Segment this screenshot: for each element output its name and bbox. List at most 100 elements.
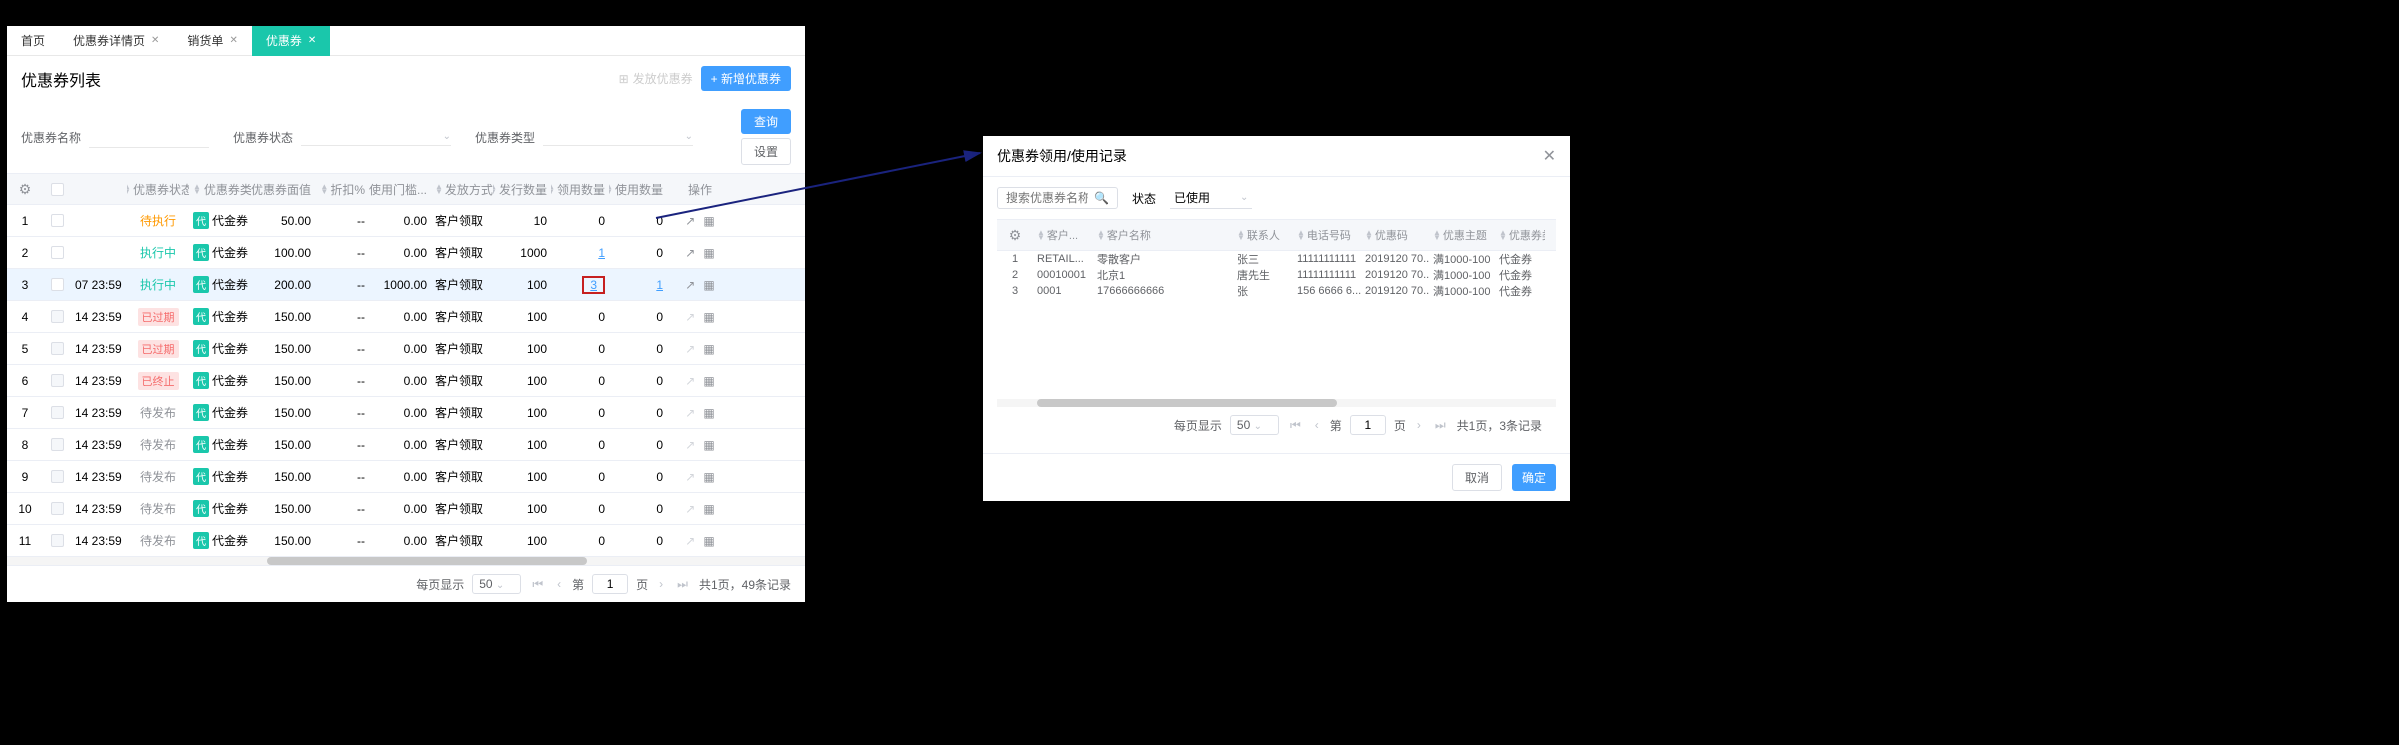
horizontal-scrollbar[interactable]	[997, 399, 1556, 407]
prev-page-button[interactable]: ‹	[554, 577, 564, 591]
table-row[interactable]: 6 14 23:59 已终止 代代金券 150.00 -- 0.00 客户领取 …	[7, 365, 805, 397]
select-all-checkbox[interactable]	[51, 183, 64, 196]
table-row[interactable]: 2 00010001 北京1 唐先生 11111111111 2019120 7…	[997, 267, 1556, 283]
sort-icon[interactable]: ▲▼	[1237, 230, 1245, 240]
tab[interactable]: 销货单✕	[173, 26, 251, 56]
share-icon[interactable]: ↗	[685, 278, 695, 292]
sort-icon[interactable]: ▲▼	[435, 184, 443, 194]
receive-count-link[interactable]: 3	[590, 278, 597, 292]
gear-icon[interactable]: ⚙	[1009, 227, 1022, 244]
next-page-button[interactable]: ›	[1414, 418, 1424, 432]
table-row[interactable]: 3 0001 17666666666 张 156 6666 6... 20191…	[997, 283, 1556, 299]
cell-contact: 唐先生	[1233, 267, 1293, 283]
sort-icon[interactable]: ▲▼	[551, 184, 555, 194]
table-row[interactable]: 9 14 23:59 待发布 代代金券 150.00 -- 0.00 客户领取 …	[7, 461, 805, 493]
status-filter-select[interactable]: 已使用 ⌄	[1170, 187, 1252, 209]
row-checkbox[interactable]	[51, 246, 64, 259]
cancel-button[interactable]: 取消	[1452, 464, 1502, 491]
cell-time: 14 23:59	[71, 310, 127, 324]
sort-icon[interactable]: ▲▼	[1097, 230, 1105, 240]
last-page-button[interactable]: ⏭	[1432, 418, 1449, 433]
qrcode-icon[interactable]: ▦	[703, 470, 714, 484]
search-input[interactable]	[1006, 191, 1088, 205]
qrcode-icon[interactable]: ▦	[703, 246, 714, 260]
sort-icon[interactable]: ▲▼	[1365, 230, 1373, 240]
settings-button[interactable]: 设置	[741, 138, 791, 165]
tab[interactable]: 优惠券详情页✕	[59, 26, 173, 56]
qrcode-icon[interactable]: ▦	[703, 310, 714, 324]
share-icon[interactable]: ↗	[685, 246, 695, 260]
page-input[interactable]	[1350, 415, 1386, 435]
cell-phone: 11111111111	[1293, 267, 1361, 283]
sort-icon[interactable]: ▲▼	[320, 184, 328, 194]
qrcode-icon[interactable]: ▦	[703, 342, 714, 356]
sort-icon[interactable]: ▲▼	[1297, 230, 1305, 240]
first-page-button[interactable]: ⏮	[1287, 418, 1304, 433]
close-icon[interactable]: ✕	[308, 35, 316, 46]
sort-icon[interactable]: ▲▼	[493, 184, 497, 194]
table-row[interactable]: 3 07 23:59 执行中 代代金券 200.00 -- 1000.00 客户…	[7, 269, 805, 301]
row-index: 5	[7, 342, 43, 356]
filter-type-label: 优惠券类型	[475, 129, 535, 146]
close-icon[interactable]: ✕	[1543, 146, 1556, 166]
cell-value: 150.00	[251, 310, 315, 324]
table-header: ⚙ ▲▼优惠券状态 ▲▼优惠券类型 ▲▼优惠券面值 ▲▼折扣% ▲▼使用门槛..…	[7, 173, 805, 205]
qrcode-icon[interactable]: ▦	[703, 502, 714, 516]
table-row[interactable]: 5 14 23:59 已过期 代代金券 150.00 -- 0.00 客户领取 …	[7, 333, 805, 365]
table-row[interactable]: 1 RETAIL... 零散客户 张三 11111111111 2019120 …	[997, 251, 1556, 267]
close-icon[interactable]: ✕	[229, 35, 237, 46]
table-row[interactable]: 2 执行中 代代金券 100.00 -- 0.00 客户领取 1000 1 0 …	[7, 237, 805, 269]
receive-count-link[interactable]: 1	[598, 246, 605, 260]
close-icon[interactable]: ✕	[151, 35, 159, 46]
next-page-button[interactable]: ›	[656, 577, 666, 591]
cell-threshold: 0.00	[369, 246, 431, 260]
cell-discount: --	[315, 406, 369, 420]
qrcode-icon[interactable]: ▦	[703, 438, 714, 452]
sort-icon[interactable]: ▲▼	[193, 184, 201, 194]
status-badge: 待执行	[140, 212, 176, 229]
page-size-select[interactable]: 50 ⌄	[472, 574, 521, 594]
first-page-button[interactable]: ⏮	[529, 577, 546, 592]
horizontal-scrollbar[interactable]	[7, 557, 805, 565]
row-checkbox	[51, 342, 64, 355]
qrcode-icon[interactable]: ▦	[703, 278, 714, 292]
cell-time: 14 23:59	[71, 438, 127, 452]
page-input[interactable]	[592, 574, 628, 594]
sort-icon[interactable]: ▲▼	[1433, 230, 1441, 240]
row-checkbox[interactable]	[51, 214, 64, 227]
filter-type-select[interactable]: ⌄	[543, 128, 693, 146]
qrcode-icon[interactable]: ▦	[703, 374, 714, 388]
qrcode-icon[interactable]: ▦	[703, 406, 714, 420]
share-icon[interactable]: ↗	[685, 214, 695, 228]
filter-name-input[interactable]	[89, 127, 209, 148]
qrcode-icon[interactable]: ▦	[703, 214, 714, 228]
voucher-icon: 代	[193, 308, 209, 325]
row-checkbox[interactable]	[51, 278, 64, 291]
table-row[interactable]: 8 14 23:59 待发布 代代金券 150.00 -- 0.00 客户领取 …	[7, 429, 805, 461]
tab[interactable]: 优惠券✕	[252, 26, 330, 56]
row-checkbox	[51, 470, 64, 483]
cell-receive: 0	[551, 438, 609, 452]
add-coupon-button[interactable]: + 新增优惠券	[701, 66, 791, 91]
qrcode-icon[interactable]: ▦	[703, 534, 714, 548]
sort-icon[interactable]: ▲▼	[127, 184, 131, 194]
sort-icon[interactable]: ▲▼	[609, 184, 613, 194]
filter-status-select[interactable]: ⌄	[301, 128, 451, 146]
use-count-link[interactable]: 1	[656, 278, 663, 292]
tab[interactable]: 首页	[7, 26, 59, 56]
prev-page-button[interactable]: ‹	[1312, 418, 1322, 432]
confirm-button[interactable]: 确定	[1512, 464, 1556, 491]
table-row[interactable]: 10 14 23:59 待发布 代代金券 150.00 -- 0.00 客户领取…	[7, 493, 805, 525]
sort-icon[interactable]: ▲▼	[1499, 230, 1507, 240]
last-page-button[interactable]: ⏭	[674, 577, 691, 592]
table-row[interactable]: 1 待执行 代代金券 50.00 -- 0.00 客户领取 10 0 0 ↗ ▦	[7, 205, 805, 237]
cell-coupon-type: 代金券	[1495, 251, 1545, 267]
page-size-select[interactable]: 50 ⌄	[1230, 415, 1279, 435]
table-row[interactable]: 4 14 23:59 已过期 代代金券 150.00 -- 0.00 客户领取 …	[7, 301, 805, 333]
table-row[interactable]: 11 14 23:59 待发布 代代金券 150.00 -- 0.00 客户领取…	[7, 525, 805, 557]
sort-icon[interactable]: ▲▼	[1037, 230, 1045, 240]
gear-icon[interactable]: ⚙	[19, 181, 32, 198]
search-icon[interactable]: 🔍	[1094, 191, 1109, 205]
table-row[interactable]: 7 14 23:59 待发布 代代金券 150.00 -- 0.00 客户领取 …	[7, 397, 805, 429]
query-button[interactable]: 查询	[741, 109, 791, 134]
